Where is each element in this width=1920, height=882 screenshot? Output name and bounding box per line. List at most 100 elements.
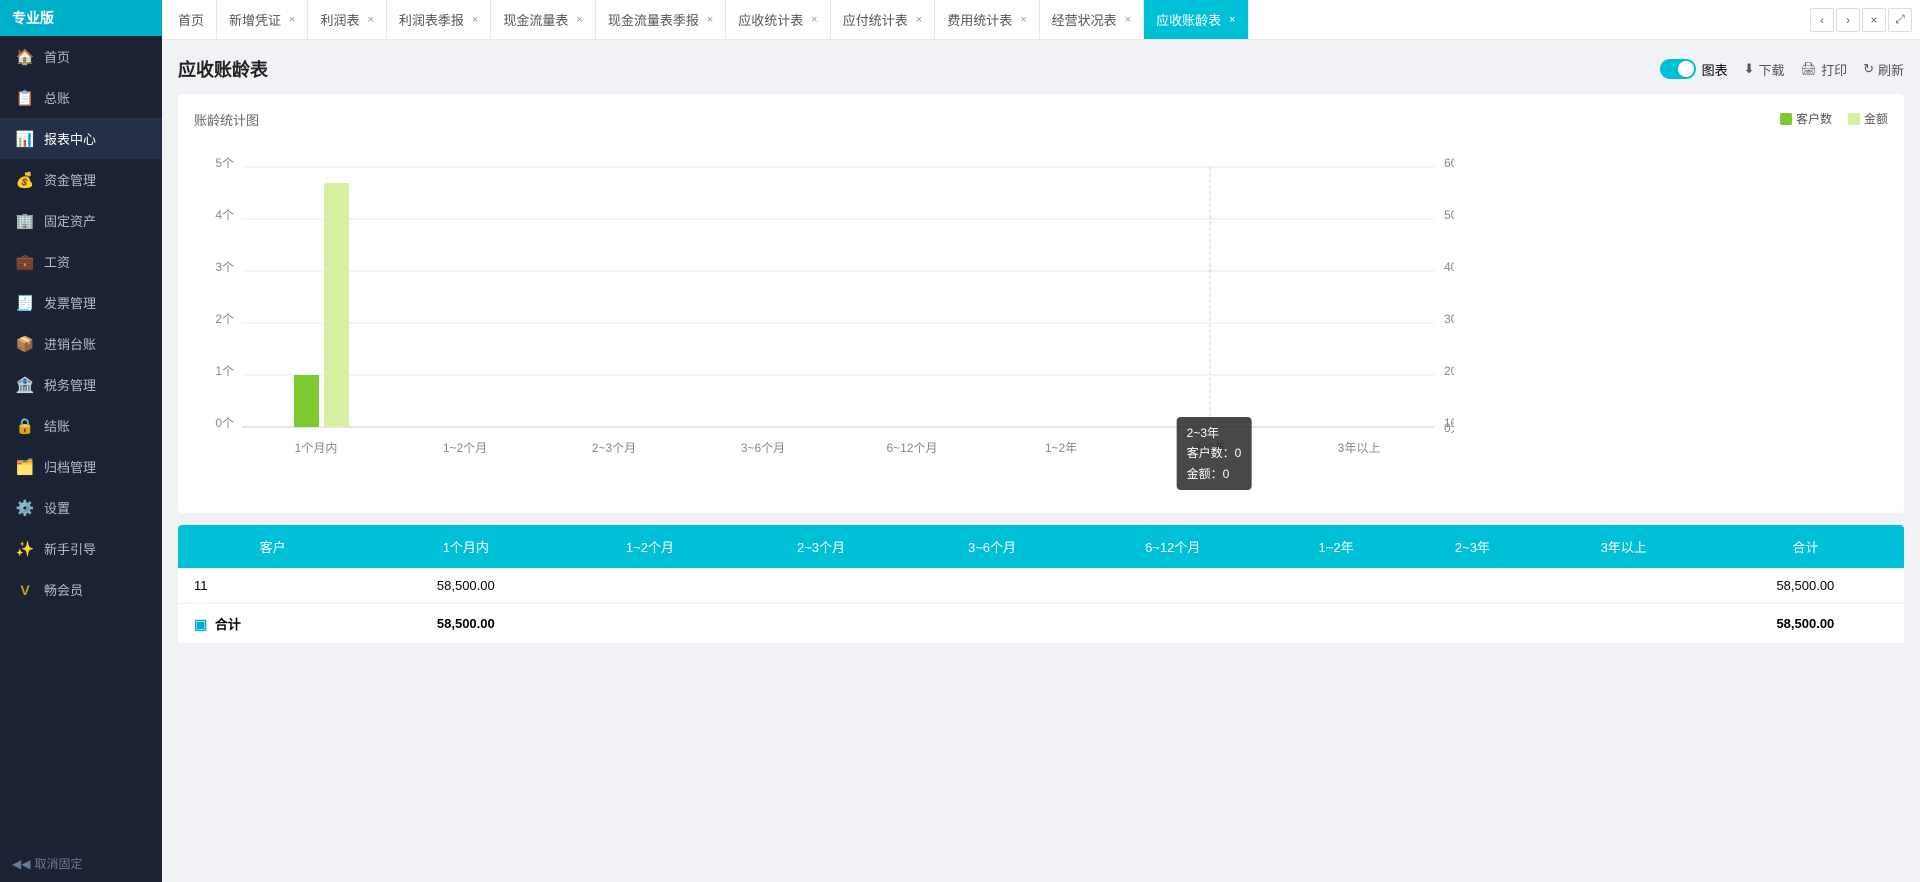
tab-payable-stat-close[interactable]: ×	[916, 14, 922, 26]
sidebar-item-funds[interactable]: 💰 资金管理	[0, 159, 162, 200]
svg-text:30,000.00元: 30,000.00元	[1444, 312, 1454, 326]
print-button[interactable]: 🖨 打印	[1801, 60, 1848, 79]
td-total-m1: 58,500.00	[367, 604, 564, 644]
home-icon: 🏠	[16, 48, 34, 66]
sidebar-item-settings[interactable]: ⚙️ 设置	[0, 487, 162, 528]
sidebar-item-label: 总账	[44, 88, 70, 107]
legend-amount-label: 金额	[1864, 110, 1888, 127]
td-y3plus	[1541, 568, 1707, 604]
sidebar-item-archive[interactable]: 🗂️ 归档管理	[0, 446, 162, 487]
th-y23: 2~3年	[1404, 525, 1540, 568]
td-total-m12	[564, 604, 735, 644]
th-m12: 1~2个月	[564, 525, 735, 568]
th-total: 合计	[1707, 525, 1904, 568]
vip-icon: V	[16, 581, 34, 599]
svg-text:1~2个月: 1~2个月	[443, 441, 487, 455]
download-button[interactable]: ⬇ 下载	[1744, 60, 1785, 79]
tab-scroll-right[interactable]: ›	[1836, 8, 1860, 32]
chart-legend: 客户数 金额	[1780, 110, 1888, 127]
td-total-m23	[735, 604, 906, 644]
tab-voucher[interactable]: 新增凭证 ×	[217, 0, 308, 40]
tab-scroll-left[interactable]: ‹	[1810, 8, 1834, 32]
tab-profit-quarter-close[interactable]: ×	[472, 14, 478, 26]
td-y23	[1404, 568, 1540, 604]
sidebar-item-assets[interactable]: 🏢 固定资产	[0, 200, 162, 241]
assets-icon: 🏢	[16, 212, 34, 230]
tab-cashflow[interactable]: 现金流量表 ×	[491, 0, 595, 40]
sidebar-item-close[interactable]: 🔒 结账	[0, 405, 162, 446]
sidebar-item-home[interactable]: 🏠 首页	[0, 36, 162, 77]
download-icon: ⬇	[1744, 61, 1755, 77]
settings-icon: ⚙️	[16, 499, 34, 517]
tab-receivable-stat[interactable]: 应收统计表 ×	[726, 0, 830, 40]
sidebar-item-label: 税务管理	[44, 375, 96, 394]
sidebar-item-invoice[interactable]: 🧾 发票管理	[0, 282, 162, 323]
svg-text:0个: 0个	[215, 416, 234, 430]
tab-business-stat[interactable]: 经营状况表 ×	[1040, 0, 1144, 40]
sidebar-item-label: 发票管理	[44, 293, 96, 312]
guide-icon: ✨	[16, 540, 34, 558]
tab-home[interactable]: 首页	[166, 0, 217, 40]
tab-cashflow-quarter-close[interactable]: ×	[707, 14, 713, 26]
tab-aging-close[interactable]: ×	[1229, 14, 1235, 26]
tab-business-stat-label: 经营状况表	[1052, 10, 1117, 29]
sidebar-item-label: 结账	[44, 416, 70, 435]
svg-text:1个: 1个	[215, 364, 234, 378]
tab-business-stat-close[interactable]: ×	[1125, 14, 1131, 26]
tab-profit-quarter-label: 利润表季报	[399, 10, 464, 29]
sidebar-item-label: 工资	[44, 252, 70, 271]
svg-text:3个: 3个	[215, 260, 234, 274]
td-total-sum: 58,500.00	[1707, 604, 1904, 644]
tab-home-label: 首页	[178, 10, 204, 29]
tab-receivable-stat-close[interactable]: ×	[811, 14, 817, 26]
legend-amount-dot	[1848, 113, 1860, 125]
tab-cashflow-close[interactable]: ×	[576, 14, 582, 26]
tab-nav-controls: ‹ › × ⤢	[1806, 8, 1916, 32]
close-accounts-icon: 🔒	[16, 417, 34, 435]
tab-expense-stat[interactable]: 费用统计表 ×	[935, 0, 1039, 40]
invoice-icon: 🧾	[16, 294, 34, 312]
sidebar-item-label: 畅会员	[44, 580, 83, 599]
chart-svg-wrap: 5个 4个 3个 2个 1个 0个 60,000.00元 50,000.00元 …	[194, 137, 1888, 497]
sidebar-item-guide[interactable]: ✨ 新手引导	[0, 528, 162, 569]
tab-profit-quarter[interactable]: 利润表季报 ×	[387, 0, 491, 40]
chart-toggle[interactable]: 图表	[1660, 59, 1728, 79]
svg-text:3~6个月: 3~6个月	[741, 441, 785, 455]
table-header-row: 客户 1个月内 1~2个月 2~3个月 3~6个月 6~12个月 1~2年 2~…	[178, 525, 1904, 568]
chart-container: 账龄统计图 客户数 金额 5个 4个 3个 2个 1个	[178, 94, 1904, 513]
tab-close-all[interactable]: ×	[1862, 8, 1886, 32]
legend-amount: 金额	[1848, 110, 1888, 127]
unpin-button[interactable]: ◀◀ 取消固定	[0, 845, 162, 882]
sidebar-item-salary[interactable]: 💼 工资	[0, 241, 162, 282]
aging-table: 客户 1个月内 1~2个月 2~3个月 3~6个月 6~12个月 1~2年 2~…	[178, 525, 1904, 644]
tab-aging[interactable]: 应收账龄表 ×	[1144, 0, 1248, 40]
tab-profit[interactable]: 利润表 ×	[308, 0, 386, 40]
sidebar-item-reports[interactable]: 📊 报表中心	[0, 118, 162, 159]
sidebar-item-ledger[interactable]: 📋 总账	[0, 77, 162, 118]
tab-profit-close[interactable]: ×	[367, 14, 373, 26]
tab-expense-stat-close[interactable]: ×	[1020, 14, 1026, 26]
td-total: 58,500.00	[1707, 568, 1904, 604]
legend-customers-label: 客户数	[1796, 110, 1832, 127]
tab-cashflow-quarter[interactable]: 现金流量表季报 ×	[596, 0, 726, 40]
th-m612: 6~12个月	[1078, 525, 1268, 568]
app-logo: 专业版	[0, 0, 162, 36]
sidebar-item-label: 报表中心	[44, 129, 96, 148]
print-label: 打印	[1821, 60, 1847, 79]
td-m36	[907, 568, 1078, 604]
download-label: 下载	[1759, 60, 1785, 79]
refresh-button[interactable]: ↻ 刷新	[1863, 60, 1904, 79]
tab-maximize[interactable]: ⤢	[1888, 8, 1912, 32]
switch-track[interactable]	[1660, 59, 1696, 79]
sidebar-item-tax[interactable]: 🏦 税务管理	[0, 364, 162, 405]
tab-voucher-close[interactable]: ×	[289, 14, 295, 26]
tab-payable-stat[interactable]: 应付统计表 ×	[831, 0, 935, 40]
sidebar-item-vip[interactable]: V 畅会员	[0, 569, 162, 610]
svg-text:0元: 0元	[1444, 421, 1454, 435]
th-y12: 1~2年	[1268, 525, 1404, 568]
sidebar-item-inventory[interactable]: 📦 进销台账	[0, 323, 162, 364]
reports-icon: 📊	[16, 130, 34, 148]
svg-text:1~2年: 1~2年	[1045, 441, 1077, 455]
svg-text:6~12个月: 6~12个月	[886, 441, 937, 455]
total-label-text: 合计	[215, 617, 241, 632]
